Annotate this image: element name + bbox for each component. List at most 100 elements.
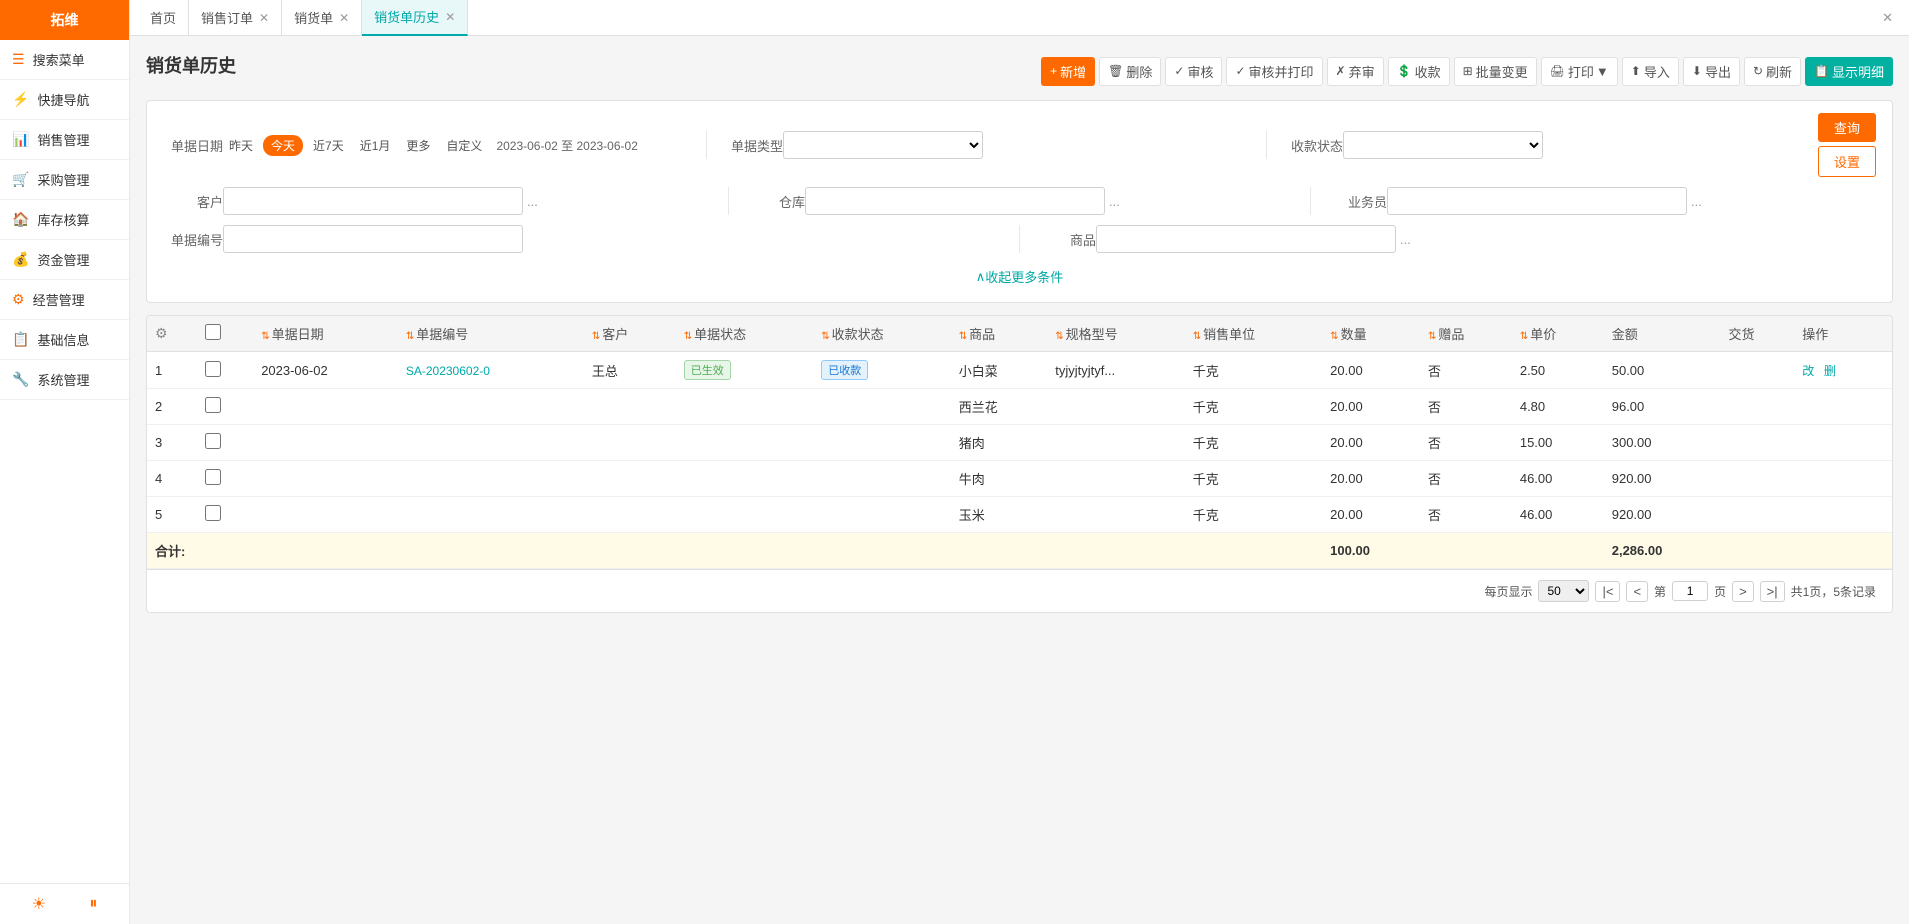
- spec-col-header[interactable]: ⇅规格型号: [1047, 316, 1184, 352]
- row-5-checkbox[interactable]: [205, 505, 221, 521]
- warehouse-input[interactable]: [805, 187, 1105, 215]
- first-page-button[interactable]: |<: [1595, 581, 1620, 602]
- sales-unit-col-header[interactable]: ⇅销售单位: [1185, 316, 1322, 352]
- tab-close-sales-order[interactable]: ✕: [259, 11, 269, 25]
- audit-button[interactable]: ✓ 审核: [1165, 57, 1222, 86]
- new-button[interactable]: + 新增: [1041, 57, 1095, 86]
- abandon-button[interactable]: ✗ 弃审: [1327, 57, 1384, 86]
- tab-sales-order[interactable]: 销售订单 ✕: [189, 0, 282, 36]
- doc-no-link-1[interactable]: SA-20230602-0: [406, 364, 490, 378]
- sidebar-item-inventory[interactable]: 🏠 库存核算: [0, 200, 129, 240]
- unit-price-5: 46.00: [1512, 497, 1604, 533]
- prev-page-button[interactable]: <: [1626, 581, 1648, 602]
- doc-no-col-header[interactable]: ⇅单据编号: [398, 316, 584, 352]
- sidebar-item-sales-mgmt[interactable]: 📊 销售管理: [0, 120, 129, 160]
- per-page-select[interactable]: 50 100: [1538, 580, 1589, 602]
- summary-label: 合计:: [147, 533, 253, 569]
- customer-col-header[interactable]: ⇅客户: [584, 316, 676, 352]
- doc-status-col-header[interactable]: ⇅单据状态: [676, 316, 813, 352]
- unit-price-col-header[interactable]: ⇅单价: [1512, 316, 1604, 352]
- tab-home[interactable]: 首页: [138, 0, 189, 36]
- sidebar-item-finance-mgmt[interactable]: 💰 资金管理: [0, 240, 129, 280]
- sidebar-item-basic-info[interactable]: 📋 基础信息: [0, 320, 129, 360]
- product-col-header[interactable]: ⇅商品: [951, 316, 1047, 352]
- collapse-icon: ∧: [976, 269, 986, 285]
- tab-sales-goods[interactable]: 销货单 ✕: [282, 0, 362, 36]
- gift-4: 否: [1420, 461, 1512, 497]
- delivery-5: [1721, 497, 1795, 533]
- pause-icon[interactable]: ⏸: [89, 895, 97, 913]
- payment-select[interactable]: [1343, 131, 1543, 159]
- payment-status-1: 已收款: [813, 352, 950, 389]
- quantity-col-header[interactable]: ⇅数量: [1322, 316, 1420, 352]
- summary-spacer2: [1420, 533, 1512, 569]
- row-4-checkbox[interactable]: [205, 469, 221, 485]
- row-num-5: 5: [147, 497, 197, 533]
- tab-close-sales-goods[interactable]: ✕: [339, 11, 349, 25]
- tab-bar-close-all[interactable]: ✕: [1874, 6, 1901, 30]
- sidebar-item-search-menu[interactable]: ☰ 搜索菜单: [0, 40, 129, 80]
- shortcut-more[interactable]: 更多: [400, 135, 436, 156]
- select-all-checkbox[interactable]: [205, 324, 221, 340]
- row-1-checkbox[interactable]: [205, 361, 221, 377]
- delete-button[interactable]: 🗑 删除: [1099, 57, 1161, 86]
- batch-change-button[interactable]: ⊞ 批量变更: [1454, 57, 1537, 86]
- receive-payment-button[interactable]: 💲 收款: [1388, 57, 1450, 86]
- show-detail-button[interactable]: 📋 显示明细: [1805, 57, 1893, 86]
- shortcut-1month[interactable]: 近1月: [354, 135, 397, 156]
- doc-date-col-header[interactable]: ⇅单据日期: [253, 316, 398, 352]
- sidebar-item-operations-mgmt[interactable]: ⚙ 经营管理: [0, 280, 129, 320]
- shortcut-7days[interactable]: 近7天: [307, 135, 350, 156]
- product-ellipsis[interactable]: ...: [1396, 232, 1415, 247]
- customer-input[interactable]: [223, 187, 523, 215]
- product-input[interactable]: [1096, 225, 1396, 253]
- agent-input[interactable]: [1387, 187, 1687, 215]
- collapse-button[interactable]: ∧ 收起更多条件: [972, 263, 1068, 290]
- product-label: 商品: [1036, 230, 1096, 249]
- import-button[interactable]: ⬆ 导入: [1622, 57, 1679, 86]
- shortcut-custom[interactable]: 自定义: [440, 135, 488, 156]
- gift-2: 否: [1420, 389, 1512, 425]
- print-button[interactable]: 🖨 打印 ▼: [1541, 57, 1618, 86]
- doc-status-4: [676, 461, 813, 497]
- next-page-button[interactable]: >: [1732, 581, 1754, 602]
- settings-button[interactable]: 设置: [1818, 146, 1876, 177]
- column-settings-icon[interactable]: ⚙: [155, 325, 168, 341]
- sort-icon: ⇅: [1055, 331, 1063, 342]
- customer-ellipsis[interactable]: ...: [523, 194, 542, 209]
- tab-close-sales-goods-history[interactable]: ✕: [445, 10, 455, 24]
- refresh-button[interactable]: ↻ 刷新: [1744, 57, 1801, 86]
- sidebar-item-quick-nav[interactable]: ⚡ 快捷导航: [0, 80, 129, 120]
- last-page-button[interactable]: >|: [1760, 581, 1785, 602]
- audit-print-button[interactable]: ✓ 审核并打印: [1226, 57, 1322, 86]
- delete-action-1[interactable]: 删: [1824, 364, 1836, 378]
- actions-2: [1794, 389, 1892, 425]
- export-button[interactable]: ⬇ 导出: [1683, 57, 1740, 86]
- shortcut-yesterday[interactable]: 昨天: [223, 135, 259, 156]
- sidebar-item-system-mgmt[interactable]: 🔧 系统管理: [0, 360, 129, 400]
- sort-icon: ⇅: [592, 331, 600, 342]
- gift-col-header[interactable]: ⇅赠品: [1420, 316, 1512, 352]
- date-range-text: 2023-06-02 至 2023-06-02: [496, 137, 637, 154]
- row-2-checkbox[interactable]: [205, 397, 221, 413]
- sidebar-item-label: 资金管理: [37, 250, 89, 269]
- shortcut-today[interactable]: 今天: [263, 135, 303, 156]
- docno-input[interactable]: [223, 225, 523, 253]
- audit-print-icon: ✓: [1235, 64, 1245, 78]
- row-3-checkbox[interactable]: [205, 433, 221, 449]
- table-row: 2 西兰花 千克 20.00 否 4.80 96.00: [147, 389, 1892, 425]
- type-select[interactable]: [783, 131, 983, 159]
- product-4: 牛肉: [951, 461, 1047, 497]
- agent-ellipsis[interactable]: ...: [1687, 194, 1706, 209]
- quick-nav-icon: ⚡: [12, 91, 29, 108]
- query-button[interactable]: 查询: [1818, 113, 1876, 142]
- payment-status-col-header[interactable]: ⇅收款状态: [813, 316, 950, 352]
- sidebar-item-purchase-mgmt[interactable]: 🛒 采购管理: [0, 160, 129, 200]
- tab-sales-goods-history[interactable]: 销货单历史 ✕: [362, 0, 468, 36]
- agent-filter-group: 业务员 ...: [1310, 187, 1876, 215]
- theme-toggle-icon[interactable]: ☀: [32, 894, 46, 914]
- warehouse-ellipsis[interactable]: ...: [1105, 194, 1124, 209]
- date-label: 单据日期: [163, 136, 223, 155]
- page-number-input[interactable]: [1672, 581, 1708, 601]
- edit-action-1[interactable]: 改: [1802, 364, 1814, 378]
